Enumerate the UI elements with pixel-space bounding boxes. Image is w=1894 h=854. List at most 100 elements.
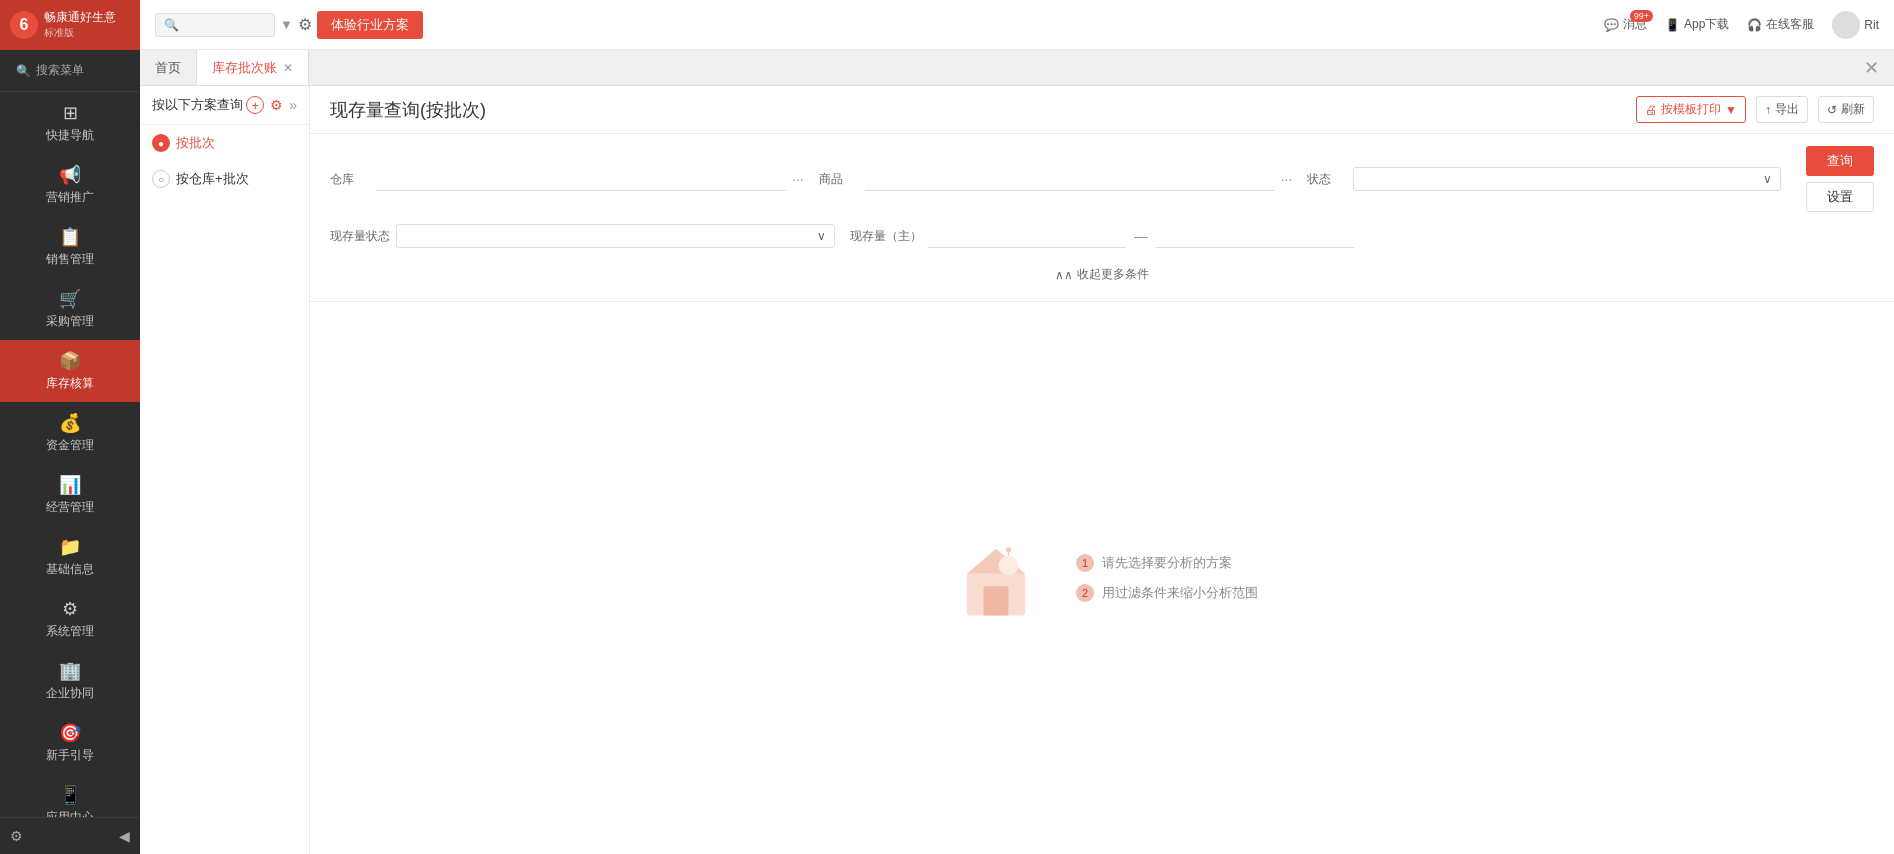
stock-status-select[interactable]: ∨ bbox=[396, 224, 835, 248]
sidebar-item-system[interactable]: ⚙ 系统管理 bbox=[0, 588, 140, 650]
filter-stock-status: 现存量状态 ∨ bbox=[330, 224, 835, 248]
sidebar-item-inventory[interactable]: 📦 库存核算 bbox=[0, 340, 140, 402]
sidebar-item-basic-info[interactable]: 📁 基础信息 bbox=[0, 526, 140, 588]
app-center-icon: 📱 bbox=[59, 784, 81, 806]
app-logo: 6 bbox=[10, 11, 38, 39]
app-download-button[interactable]: 📱 App下载 bbox=[1665, 16, 1729, 33]
scheme-active-icon: ● bbox=[152, 134, 170, 152]
dropdown-icon[interactable]: ▼ bbox=[280, 17, 293, 32]
settings-button[interactable]: 设置 bbox=[1806, 182, 1874, 212]
hint-number-1: 1 bbox=[1076, 554, 1094, 572]
tab-home[interactable]: 首页 bbox=[140, 50, 197, 85]
tab-close-icon[interactable]: ✕ bbox=[283, 61, 293, 75]
finance-icon: 💰 bbox=[59, 412, 81, 434]
topbar-gear-icon[interactable]: ⚙ bbox=[298, 15, 312, 34]
app-name: 畅康通好生意 bbox=[44, 10, 116, 26]
filter-area: 仓库 ··· 商品 ··· 状态 bbox=[310, 134, 1894, 302]
system-icon: ⚙ bbox=[62, 598, 78, 620]
empty-text-area: 1 请先选择要分析的方案 2 用过滤条件来缩小分析范围 bbox=[1076, 554, 1258, 602]
operations-icon: 📊 bbox=[59, 474, 81, 496]
export-button[interactable]: ↑ 导出 bbox=[1756, 96, 1808, 123]
page-header: 现存量查询(按批次) 🖨 按模板打印 ▼ ↑ 导出 ↺ 刷新 bbox=[310, 86, 1894, 134]
left-panel: 按以下方案查询 + ⚙ » ● 按批次 ○ 按仓库+批次 bbox=[140, 86, 310, 854]
basic-info-icon: 📁 bbox=[59, 536, 81, 558]
app-version: 标准版 bbox=[44, 26, 116, 40]
svg-point-5 bbox=[1006, 547, 1011, 552]
warehouse-input[interactable] bbox=[376, 168, 786, 191]
refresh-button[interactable]: ↺ 刷新 bbox=[1818, 96, 1874, 123]
svg-rect-2 bbox=[984, 586, 1009, 615]
collapse-filters-button[interactable]: ∧∧ 收起更多条件 bbox=[330, 260, 1874, 289]
online-service-button[interactable]: 🎧 在线客服 bbox=[1747, 16, 1814, 33]
sidebar: 6 畅康通好生意 标准版 🔍 搜索菜单 ⊞ 快捷导航 📢 营销推广 📋 销售管理… bbox=[0, 0, 140, 854]
stock-qty-max-input[interactable] bbox=[1156, 225, 1354, 248]
settings-footer-button[interactable]: ⚙ bbox=[10, 828, 23, 844]
scheme-item-by-warehouse-batch[interactable]: ○ 按仓库+批次 bbox=[140, 161, 309, 197]
message-button[interactable]: 💬 消息 99+ bbox=[1604, 16, 1647, 33]
stock-qty-min-input[interactable] bbox=[928, 225, 1126, 248]
left-panel-actions: + ⚙ » bbox=[246, 96, 297, 114]
filter-warehouse: 仓库 ··· bbox=[330, 168, 804, 191]
print-icon: 🖨 bbox=[1645, 103, 1657, 117]
export-icon: ↑ bbox=[1765, 103, 1771, 117]
range-dash: — bbox=[1134, 228, 1148, 244]
stock-qty-label: 现存量（主） bbox=[850, 228, 922, 245]
enterprise-icon: 🏢 bbox=[59, 660, 81, 682]
message-badge: 99+ bbox=[1630, 10, 1653, 22]
download-icon: 📱 bbox=[1665, 18, 1680, 32]
scheme-settings-icon[interactable]: ⚙ bbox=[270, 97, 283, 113]
empty-state: 1 请先选择要分析的方案 2 用过滤条件来缩小分析范围 bbox=[310, 302, 1894, 854]
sidebar-search-area: 🔍 搜索菜单 bbox=[0, 50, 140, 92]
message-icon: 💬 bbox=[1604, 18, 1619, 32]
filter-status: 状态 ∨ bbox=[1307, 167, 1781, 191]
search-menu-button[interactable]: 🔍 搜索菜单 bbox=[10, 58, 130, 83]
sidebar-item-quick-nav[interactable]: ⊞ 快捷导航 bbox=[0, 92, 140, 154]
new-guide-icon: 🎯 bbox=[59, 722, 81, 744]
product-input[interactable] bbox=[865, 168, 1275, 191]
status-select[interactable]: ∨ bbox=[1353, 167, 1781, 191]
left-panel-header: 按以下方案查询 + ⚙ » bbox=[140, 86, 309, 125]
query-button[interactable]: 查询 bbox=[1806, 146, 1874, 176]
scheme-item-by-batch[interactable]: ● 按批次 bbox=[140, 125, 309, 161]
sidebar-item-operations[interactable]: 📊 经营管理 bbox=[0, 464, 140, 526]
product-dots[interactable]: ··· bbox=[1281, 171, 1293, 187]
stock-status-label: 现存量状态 bbox=[330, 228, 390, 245]
add-scheme-icon[interactable]: + bbox=[246, 96, 264, 114]
filter-row-2: 现存量状态 ∨ 现存量（主） — bbox=[330, 224, 1874, 248]
page-header-actions: 🖨 按模板打印 ▼ ↑ 导出 ↺ 刷新 bbox=[1636, 96, 1874, 123]
status-label: 状态 bbox=[1307, 171, 1347, 188]
product-label: 商品 bbox=[819, 171, 859, 188]
trial-button[interactable]: 体验行业方案 bbox=[317, 11, 423, 39]
empty-hint-1: 1 请先选择要分析的方案 bbox=[1076, 554, 1258, 572]
main-area: 🔍 ▼ ⚙ 体验行业方案 💬 消息 99+ 📱 App下载 🎧 在线客服 R bbox=[140, 0, 1894, 854]
tab-close-main-icon[interactable]: ✕ bbox=[1864, 57, 1879, 79]
sidebar-item-app-center[interactable]: 📱 应用中心 bbox=[0, 774, 140, 817]
sidebar-item-finance[interactable]: 💰 资金管理 bbox=[0, 402, 140, 464]
quick-nav-icon: ⊞ bbox=[63, 102, 78, 124]
sidebar-item-marketing[interactable]: 📢 营销推广 bbox=[0, 154, 140, 216]
warehouse-dots[interactable]: ··· bbox=[792, 171, 804, 187]
scheme-inactive-icon: ○ bbox=[152, 170, 170, 188]
stock-qty-range: — bbox=[928, 225, 1355, 248]
print-button[interactable]: 🖨 按模板打印 ▼ bbox=[1636, 96, 1746, 123]
sidebar-item-new-guide[interactable]: 🎯 新手引导 bbox=[0, 712, 140, 774]
stock-status-chevron-icon: ∨ bbox=[817, 229, 826, 243]
avatar bbox=[1832, 11, 1860, 39]
user-profile-button[interactable]: Rit bbox=[1832, 11, 1879, 39]
print-chevron-icon: ▼ bbox=[1725, 103, 1737, 117]
topbar-right: 💬 消息 99+ 📱 App下载 🎧 在线客服 Rit bbox=[1604, 11, 1879, 39]
left-panel-title: 按以下方案查询 bbox=[152, 96, 243, 114]
collapse-sidebar-button[interactable]: ◀ bbox=[119, 828, 130, 844]
warehouse-label: 仓库 bbox=[330, 171, 370, 188]
page-title: 现存量查询(按批次) bbox=[330, 98, 486, 122]
tab-inventory-batch[interactable]: 库存批次账 ✕ bbox=[197, 50, 309, 85]
sidebar-item-purchase[interactable]: 🛒 采购管理 bbox=[0, 278, 140, 340]
sidebar-item-sales[interactable]: 📋 销售管理 bbox=[0, 216, 140, 278]
filter-wrapper: 仓库 ··· 商品 ··· 状态 bbox=[310, 134, 1894, 302]
top-search-box[interactable]: 🔍 bbox=[155, 13, 275, 37]
collapse-icon: ∧∧ bbox=[1055, 268, 1073, 282]
content-area: 按以下方案查询 + ⚙ » ● 按批次 ○ 按仓库+批次 现存量查询(按批次) bbox=[140, 86, 1894, 854]
sidebar-item-enterprise[interactable]: 🏢 企业协同 bbox=[0, 650, 140, 712]
collapse-panel-icon[interactable]: » bbox=[289, 97, 297, 113]
hint-number-2: 2 bbox=[1076, 584, 1094, 602]
